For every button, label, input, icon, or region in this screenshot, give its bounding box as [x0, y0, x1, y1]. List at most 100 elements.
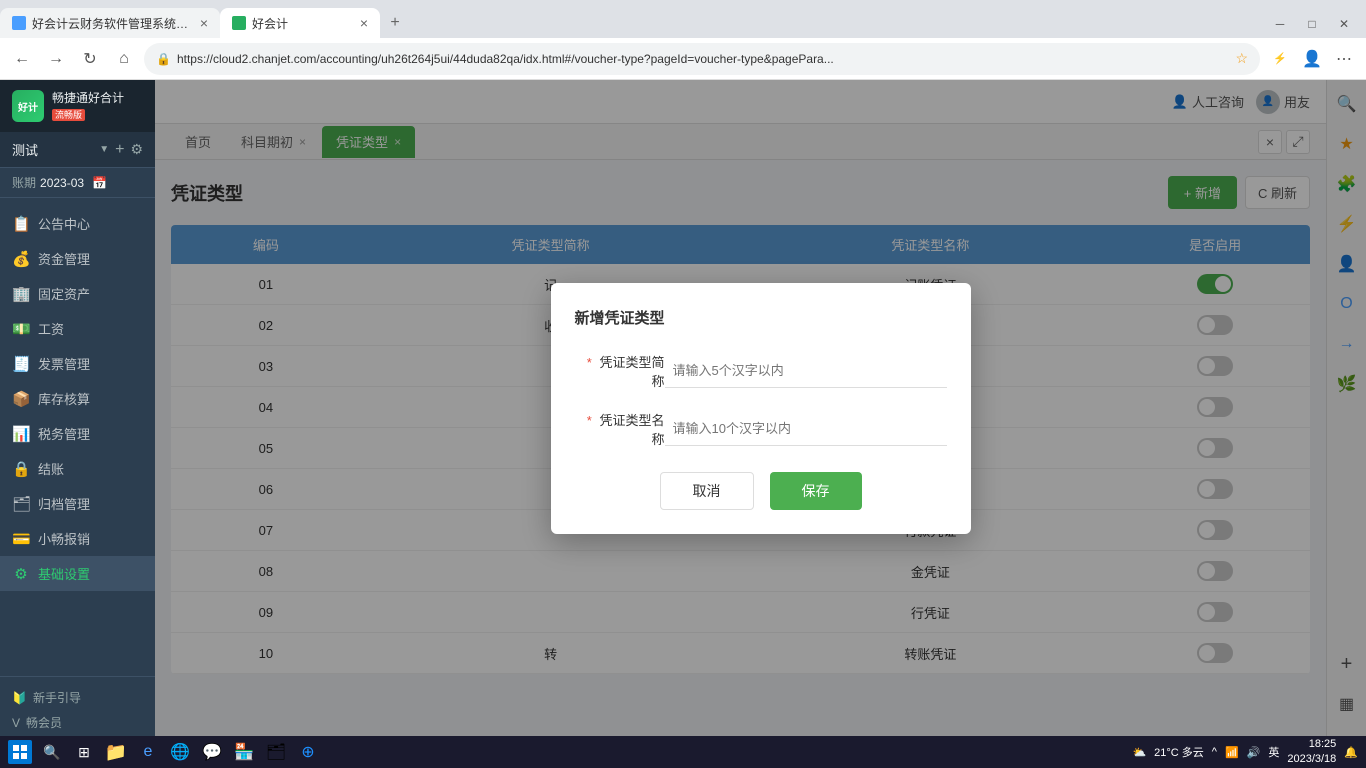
back-button[interactable]: ←	[8, 45, 36, 73]
invoices-label: 发票管理	[38, 354, 143, 373]
archive-label: 归档管理	[38, 494, 143, 513]
taskbar-edge[interactable]: e	[136, 740, 160, 764]
logo-text-area: 畅捷通好合计 流畅版	[52, 91, 124, 122]
extensions-button[interactable]: ⚡	[1266, 45, 1294, 73]
dialog-overlay: 新增凭证类型 * 凭证类型简称 * 凭证类型名称 取消 保存	[155, 80, 1366, 736]
logo-icon: 好计	[12, 90, 44, 122]
sidebar-workspace[interactable]: 测试 ▼ + ⚙	[0, 132, 155, 168]
taskbar-edge2[interactable]: ⊕	[296, 740, 320, 764]
browser-star-icon[interactable]: ☆	[1235, 50, 1248, 67]
form-row-name: * 凭证类型名称	[575, 410, 947, 448]
tax-icon: 📊	[12, 425, 30, 443]
sidebar-item-closing[interactable]: 🔒 结账	[0, 451, 155, 486]
start-button[interactable]	[8, 740, 32, 764]
guide-icon: 🔰	[12, 691, 27, 705]
period-calendar-icon[interactable]: 📅	[92, 176, 107, 190]
sidebar-logo: 好计 畅捷通好合计 流畅版	[0, 80, 155, 132]
minimize-button[interactable]: ─	[1266, 10, 1294, 38]
period-value: 2023-03	[40, 176, 84, 190]
taskbar-network-icon: 📶	[1225, 746, 1239, 759]
taskbar-time: 18:25 2023/3/18	[1287, 737, 1336, 768]
sidebar: 好计 畅捷通好合计 流畅版 测试 ▼ + ⚙ 账期 2023-03 📅 📋 公告…	[0, 80, 155, 768]
browser-tab-2[interactable]: 好会计 ×	[220, 8, 380, 38]
input-name[interactable]	[665, 412, 947, 446]
workspace-arrow-icon: ▼	[99, 144, 109, 155]
taskbar-sound-icon: 🔊	[1247, 746, 1261, 759]
closing-label: 结账	[38, 459, 143, 478]
browser-actions: ⚡ 👤 ⋯	[1266, 45, 1358, 73]
sidebar-item-inventory[interactable]: 📦 库存核算	[0, 381, 155, 416]
member-icon: V	[12, 716, 20, 730]
maximize-button[interactable]: □	[1298, 10, 1326, 38]
sidebar-item-funds[interactable]: 💰 资金管理	[0, 241, 155, 276]
refresh-button[interactable]: ↻	[76, 45, 104, 73]
url-text: https://cloud2.chanjet.com/accounting/uh…	[177, 52, 1229, 66]
sidebar-period: 账期 2023-03 📅	[0, 168, 155, 198]
form-label-short: * 凭证类型简称	[575, 352, 665, 390]
cancel-button[interactable]: 取消	[660, 472, 754, 510]
settings-icon: ⚙	[12, 565, 30, 583]
logo-badge: 流畅版	[52, 109, 85, 121]
period-label: 账期	[12, 174, 36, 191]
guide-label: 新手引导	[33, 689, 81, 706]
close-button[interactable]: ✕	[1330, 10, 1358, 38]
url-bar[interactable]: 🔒 https://cloud2.chanjet.com/accounting/…	[144, 43, 1260, 75]
taskbar-notification-icon: 🔔	[1344, 746, 1358, 759]
notices-label: 公告中心	[38, 214, 143, 233]
sidebar-item-tax[interactable]: 📊 税务管理	[0, 416, 155, 451]
tax-label: 税务管理	[38, 424, 143, 443]
form-label-name: * 凭证类型名称	[575, 410, 665, 448]
invoices-icon: 🧾	[12, 355, 30, 373]
guide-button[interactable]: 🔰 新手引导	[12, 685, 143, 710]
sidebar-item-settings[interactable]: ⚙ 基础设置	[0, 556, 155, 591]
taskbar-chrome[interactable]: 🌐	[168, 740, 192, 764]
tab-favicon-2	[232, 16, 246, 30]
taskbar: 🔍 ⊞ 📁 e 🌐 💬 🏪 🗂 ⊕ ⛅ 21°C 多云 ^ 📶 🔊 英 18:2…	[0, 736, 1366, 768]
taskbar-right: ⛅ 21°C 多云 ^ 📶 🔊 英 18:25 2023/3/18 🔔	[1132, 737, 1358, 768]
more-button[interactable]: ⋯	[1330, 45, 1358, 73]
taskbar-wechat[interactable]: 💬	[200, 740, 224, 764]
workspace-gear-icon[interactable]: ⚙	[130, 141, 143, 158]
assets-icon: 🏢	[12, 285, 30, 303]
taskbar-clock: 18:25	[1287, 737, 1336, 752]
workspace-add-icon[interactable]: +	[115, 141, 124, 159]
notices-icon: 📋	[12, 215, 30, 233]
taskbar-language: 英	[1268, 744, 1279, 760]
taskbar-date: 2023/3/18	[1287, 752, 1336, 767]
browser-chrome: 好会计云财务软件管理系统_会计 × 好会计 × + ─ □ ✕ ← → ↻ ⌂ …	[0, 0, 1366, 80]
lock-icon: 🔒	[156, 52, 171, 66]
forward-button[interactable]: →	[42, 45, 70, 73]
sidebar-item-assets[interactable]: 🏢 固定资产	[0, 276, 155, 311]
sidebar-item-notices[interactable]: 📋 公告中心	[0, 206, 155, 241]
expense-icon: 💳	[12, 530, 30, 548]
input-short[interactable]	[665, 354, 947, 388]
taskbar-up-icon: ^	[1212, 746, 1217, 758]
inventory-icon: 📦	[12, 390, 30, 408]
taskbar-multitask[interactable]: ⊞	[72, 740, 96, 764]
browser-toolbar: ← → ↻ ⌂ 🔒 https://cloud2.chanjet.com/acc…	[0, 38, 1366, 80]
sidebar-item-invoices[interactable]: 🧾 发票管理	[0, 346, 155, 381]
sidebar-item-expense[interactable]: 💳 小畅报销	[0, 521, 155, 556]
member-button[interactable]: V 畅会员	[12, 710, 143, 735]
archive-icon: 🗂	[12, 495, 30, 513]
dialog-footer: 取消 保存	[575, 472, 947, 510]
browser-tab-1[interactable]: 好会计云财务软件管理系统_会计 ×	[0, 8, 220, 38]
tab-close-1[interactable]: ×	[200, 15, 208, 31]
home-button[interactable]: ⌂	[110, 45, 138, 73]
dialog-title: 新增凭证类型	[575, 307, 947, 328]
taskbar-store[interactable]: 🏪	[232, 740, 256, 764]
tab-close-2[interactable]: ×	[360, 15, 368, 31]
new-tab-button[interactable]: +	[380, 8, 410, 38]
save-button[interactable]: 保存	[770, 472, 862, 510]
taskbar-search[interactable]: 🔍	[40, 740, 64, 764]
tab-title-1: 好会计云财务软件管理系统_会计	[32, 15, 194, 32]
sidebar-item-archive[interactable]: 🗂 归档管理	[0, 486, 155, 521]
taskbar-explorer[interactable]: 📁	[104, 740, 128, 764]
logo-text: 畅捷通好合计	[52, 91, 124, 107]
taskbar-weather: 21°C 多云	[1154, 744, 1204, 760]
dialog: 新增凭证类型 * 凭证类型简称 * 凭证类型名称 取消 保存	[551, 283, 971, 534]
taskbar-files[interactable]: 🗂	[264, 740, 288, 764]
profile-button[interactable]: 👤	[1298, 45, 1326, 73]
expense-label: 小畅报销	[38, 529, 143, 548]
sidebar-item-salary[interactable]: 💵 工资	[0, 311, 155, 346]
